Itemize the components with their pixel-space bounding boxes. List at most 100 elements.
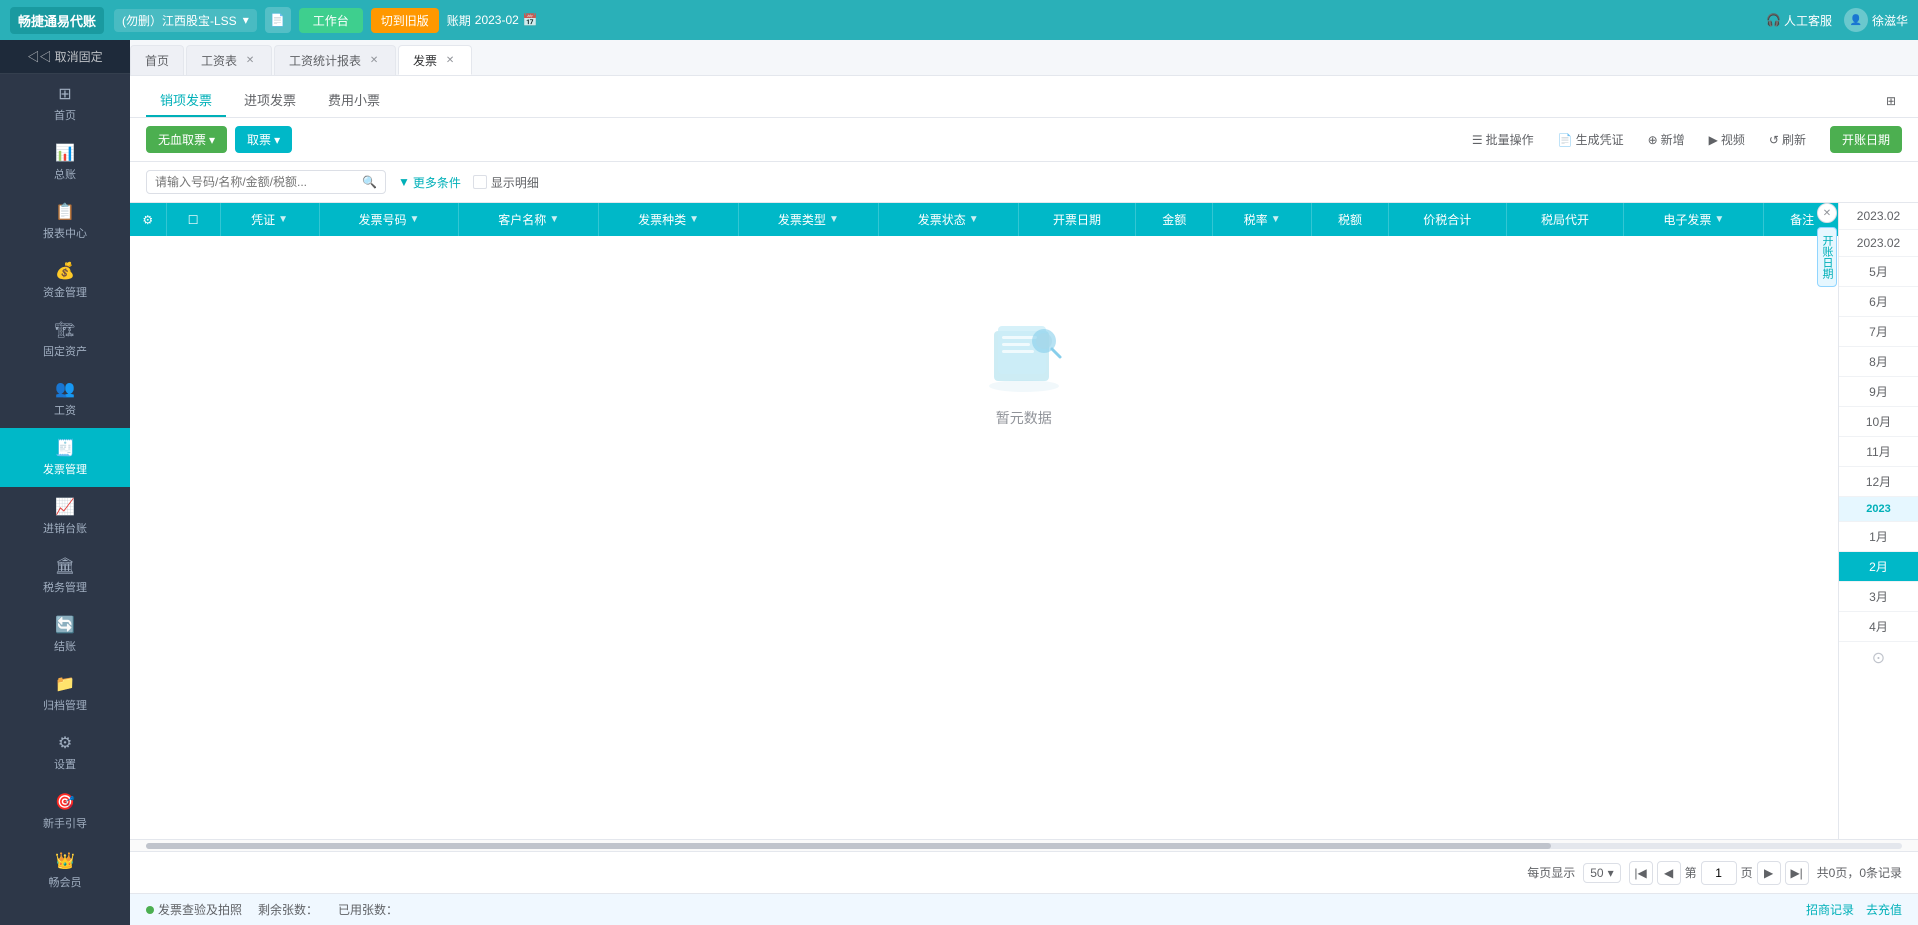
- get-ticket-button[interactable]: 取票 ▾: [235, 126, 292, 153]
- no-ticket-button[interactable]: 无血取票 ▾: [146, 126, 227, 153]
- date-6[interactable]: 6月: [1839, 287, 1918, 317]
- search-container: 🔍: [146, 170, 386, 194]
- new-button[interactable]: ⊕ 新增: [1640, 126, 1693, 153]
- date-10[interactable]: 10月: [1839, 407, 1918, 437]
- th-electronic-filter-icon[interactable]: ▼: [1714, 214, 1724, 225]
- sidebar-item-ledger[interactable]: 📊 总账: [0, 133, 130, 192]
- sidebar-item-assets[interactable]: 🏗 固定资产: [0, 310, 130, 369]
- tab-salary[interactable]: 工资表 ✕: [186, 45, 272, 75]
- more-conditions-button[interactable]: ▼ 更多条件: [398, 174, 461, 191]
- date-5[interactable]: 5月: [1839, 257, 1918, 287]
- document-icon[interactable]: 📄: [265, 7, 291, 33]
- th-invoice-no-filter-icon[interactable]: ▼: [410, 214, 420, 225]
- purchase-link[interactable]: 招商记录: [1806, 901, 1854, 918]
- scroll-down-icon[interactable]: ⊙: [1872, 648, 1885, 668]
- sidebar-item-reports[interactable]: 📋 报表中心: [0, 192, 130, 251]
- customer-service-button[interactable]: 🎧 人工客服: [1766, 12, 1832, 29]
- show-detail-checkbox[interactable]: [473, 175, 487, 189]
- sidebar-label-settings: 设置: [54, 756, 76, 772]
- sidebar-item-close[interactable]: 🔄 结账: [0, 605, 130, 664]
- date-8[interactable]: 8月: [1839, 347, 1918, 377]
- date-3[interactable]: 3月: [1839, 582, 1918, 612]
- th-issue-date-label: 开票日期: [1053, 213, 1101, 227]
- tab-salary-report-close[interactable]: ✕: [367, 54, 381, 68]
- period-label: 账期: [447, 12, 471, 29]
- grid-view-icon[interactable]: ⊞: [1880, 90, 1902, 112]
- show-detail-toggle[interactable]: 显示明细: [473, 174, 539, 191]
- company-selector[interactable]: (勿删）江西股宝-LSS ▾: [114, 9, 257, 32]
- sidebar-item-sales[interactable]: 📈 进销台账: [0, 487, 130, 546]
- sidebar-item-invoice[interactable]: 🧾 发票管理: [0, 428, 130, 487]
- date-1[interactable]: 1月: [1839, 522, 1918, 552]
- gen-voucher-button[interactable]: 📄 生成凭证: [1550, 126, 1632, 153]
- video-button[interactable]: ▶ 视频: [1701, 126, 1753, 153]
- headset-icon: 🎧: [1766, 13, 1781, 27]
- scroll-indicator: ⊙: [1839, 642, 1918, 674]
- tab-salary-report[interactable]: 工资统计报表 ✕: [274, 45, 396, 75]
- horizontal-scrollbar[interactable]: [146, 843, 1902, 849]
- search-input[interactable]: [155, 175, 358, 189]
- th-checkbox[interactable]: ☐: [166, 203, 220, 236]
- sidebar-item-home[interactable]: ⊞ 首页: [0, 74, 130, 133]
- recharge-link[interactable]: 去充值: [1866, 901, 1902, 918]
- get-ticket-label: 取票: [247, 131, 271, 148]
- sub-tab-purchase-label: 进项发票: [244, 93, 296, 108]
- sidebar-label-invoice: 发票管理: [43, 461, 87, 477]
- date-11[interactable]: 11月: [1839, 437, 1918, 467]
- first-page-button[interactable]: |◀: [1629, 861, 1653, 885]
- filter-icon: ▼: [398, 175, 410, 189]
- th-invoice-category-filter-icon[interactable]: ▼: [829, 214, 839, 225]
- company-name: (勿删）江西股宝-LSS: [122, 12, 237, 29]
- switch-version-button[interactable]: 切到旧版: [371, 8, 439, 33]
- th-tax-rate-filter-icon[interactable]: ▼: [1271, 214, 1281, 225]
- tab-salary-close[interactable]: ✕: [243, 54, 257, 68]
- date-7[interactable]: 7月: [1839, 317, 1918, 347]
- th-invoice-type-filter-icon[interactable]: ▼: [689, 214, 699, 225]
- finance-icon: 💰: [55, 261, 75, 281]
- date-2023-02-first[interactable]: 2023.02: [1839, 203, 1918, 230]
- date-2023-02-second[interactable]: 2023.02: [1839, 230, 1918, 257]
- th-customer-filter-icon[interactable]: ▼: [549, 214, 559, 225]
- sidebar-item-archive[interactable]: 📁 归档管理: [0, 664, 130, 723]
- date-12[interactable]: 12月: [1839, 467, 1918, 497]
- next-page-button[interactable]: ▶: [1757, 861, 1781, 885]
- date-2-active[interactable]: 2月: [1839, 552, 1918, 582]
- sidebar-item-settings[interactable]: ⚙ 设置: [0, 723, 130, 782]
- open-date-panel-btn[interactable]: 开账日期: [1817, 227, 1837, 287]
- calendar-icon[interactable]: 📅: [523, 13, 538, 27]
- page-size-value: 50: [1590, 866, 1603, 880]
- tab-invoice[interactable]: 发票 ✕: [398, 45, 472, 75]
- guide-icon: 🎯: [55, 792, 75, 812]
- th-settings[interactable]: ⚙: [130, 203, 166, 236]
- open-date-button[interactable]: 开账日期: [1830, 126, 1902, 153]
- user-info[interactable]: 👤 徐滋华: [1844, 8, 1908, 32]
- refresh-button[interactable]: ↺ 刷新: [1761, 126, 1814, 153]
- workbench-button[interactable]: 工作台: [299, 8, 363, 33]
- date-9[interactable]: 9月: [1839, 377, 1918, 407]
- date-panel-close-icon[interactable]: ✕: [1817, 203, 1837, 223]
- page-number-input[interactable]: [1701, 861, 1737, 885]
- scroll-thumb: [146, 843, 1551, 849]
- tab-invoice-close[interactable]: ✕: [443, 53, 457, 67]
- search-icon[interactable]: 🔍: [362, 175, 377, 189]
- sidebar-item-tax[interactable]: 🏛 税务管理: [0, 546, 130, 605]
- sidebar-item-salary[interactable]: 👥 工资: [0, 369, 130, 428]
- sidebar-item-finance[interactable]: 💰 资金管理: [0, 251, 130, 310]
- date-4[interactable]: 4月: [1839, 612, 1918, 642]
- sidebar-item-member[interactable]: 👑 畅会员: [0, 841, 130, 900]
- page-size-selector[interactable]: 50 ▾: [1583, 863, 1620, 883]
- sub-tab-purchase-invoice[interactable]: 进项发票: [230, 84, 310, 117]
- last-page-button[interactable]: ▶|: [1785, 861, 1809, 885]
- date-year-2023[interactable]: 2023: [1839, 497, 1918, 522]
- tab-home[interactable]: 首页: [130, 45, 184, 75]
- prev-page-button[interactable]: ◀: [1657, 861, 1681, 885]
- batch-op-button[interactable]: ☰ 批量操作: [1464, 126, 1542, 153]
- th-voucher-filter-icon[interactable]: ▼: [278, 214, 288, 225]
- sub-tab-sales-invoice[interactable]: 销项发票: [146, 84, 226, 117]
- sidebar: ◁◁ 取消固定 ⊞ 首页 📊 总账 📋 报表中心 💰 资金管理 🏗 固定资产: [0, 40, 130, 925]
- th-invoice-no-label: 发票号码: [358, 211, 406, 228]
- sub-tab-expense-receipt[interactable]: 费用小票: [314, 84, 394, 117]
- period-value: 2023-02: [475, 13, 519, 27]
- th-invoice-status-filter-icon[interactable]: ▼: [969, 214, 979, 225]
- sidebar-item-guide[interactable]: 🎯 新手引导: [0, 782, 130, 841]
